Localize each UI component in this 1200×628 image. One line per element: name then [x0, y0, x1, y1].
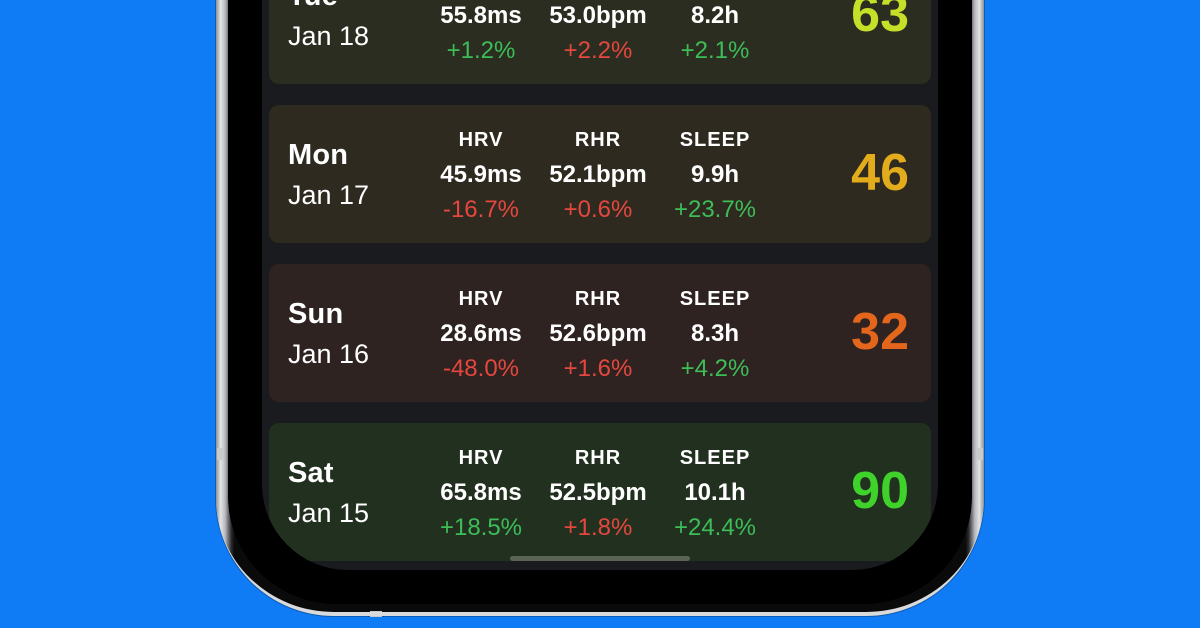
rhr-value: 52.6bpm — [549, 320, 647, 347]
day-name: Sat — [288, 457, 334, 489]
day-card[interactable]: Sun Jan 16 HRV 28.6ms -48.0% RHR 52.6bpm… — [269, 264, 931, 402]
sleep-metric: SLEEP 8.2h +2.1% — [655, 0, 775, 65]
sleep-delta: +23.7% — [673, 196, 757, 223]
sleep-value: 8.3h — [690, 320, 740, 347]
phone-frame: Tue Jan 18 HRV 55.8ms +1.2% RHR 53.0bpm … — [216, 0, 984, 617]
readiness-score: 90 — [851, 462, 909, 520]
hrv-value: 28.6ms — [440, 320, 522, 347]
rhr-label: RHR — [574, 129, 622, 151]
hrv-label: HRV — [458, 129, 504, 151]
side-button-right — [977, 448, 983, 460]
day-card[interactable]: Sat Jan 15 HRV 65.8ms +18.5% RHR 52.5bpm… — [269, 423, 931, 561]
rhr-label: RHR — [574, 288, 622, 310]
readiness-score: 46 — [851, 144, 909, 202]
day-name: Mon — [288, 139, 349, 171]
hrv-label: HRV — [458, 288, 504, 310]
sleep-value: 9.9h — [690, 161, 740, 188]
rhr-delta: +1.8% — [563, 514, 633, 541]
readiness-score: 63 — [851, 0, 909, 43]
rhr-value: 53.0bpm — [549, 2, 647, 29]
phone-bezel: Tue Jan 18 HRV 55.8ms +1.2% RHR 53.0bpm … — [228, 0, 972, 604]
sleep-value: 10.1h — [684, 479, 746, 506]
hrv-delta: +18.5% — [439, 514, 523, 541]
rhr-delta: +2.2% — [563, 37, 633, 64]
day-name: Tue — [288, 0, 338, 13]
side-button-left — [217, 448, 223, 460]
sleep-metric: SLEEP 9.9h +23.7% — [655, 129, 775, 224]
rhr-metric: RHR 52.6bpm +1.6% — [538, 288, 658, 383]
hrv-metric: HRV 65.8ms +18.5% — [421, 447, 541, 542]
day-date: Jan 17 — [288, 180, 370, 210]
hrv-metric: HRV 28.6ms -48.0% — [421, 288, 541, 383]
home-indicator[interactable] — [510, 556, 690, 561]
sleep-delta: +24.4% — [673, 514, 757, 541]
hrv-metric: HRV 55.8ms +1.2% — [421, 0, 541, 65]
hrv-delta: +1.2% — [446, 37, 516, 64]
day-date: Jan 15 — [288, 498, 370, 528]
rhr-label: RHR — [574, 447, 622, 469]
readiness-score: 32 — [851, 303, 909, 361]
day-card[interactable]: Mon Jan 17 HRV 45.9ms -16.7% RHR 52.1bpm… — [269, 105, 931, 243]
rhr-value: 52.1bpm — [549, 161, 647, 188]
rhr-delta: +0.6% — [563, 196, 633, 223]
sleep-label: SLEEP — [679, 288, 751, 310]
sleep-delta: +2.1% — [680, 37, 750, 64]
sleep-label: SLEEP — [679, 129, 751, 151]
rhr-metric: RHR 52.5bpm +1.8% — [538, 447, 658, 542]
hrv-delta: -48.0% — [442, 355, 520, 382]
hrv-label: HRV — [458, 447, 504, 469]
bottom-button — [370, 611, 382, 617]
hrv-delta: -16.7% — [442, 196, 520, 223]
sleep-value: 8.2h — [690, 2, 740, 29]
rhr-value: 52.5bpm — [549, 479, 647, 506]
sleep-metric: SLEEP 8.3h +4.2% — [655, 288, 775, 383]
sleep-metric: SLEEP 10.1h +24.4% — [655, 447, 775, 542]
hrv-value: 65.8ms — [440, 479, 522, 506]
rhr-metric: RHR 52.1bpm +0.6% — [538, 129, 658, 224]
day-date: Jan 18 — [288, 21, 370, 51]
rhr-delta: +1.6% — [563, 355, 633, 382]
day-card[interactable]: Tue Jan 18 HRV 55.8ms +1.2% RHR 53.0bpm … — [269, 0, 931, 84]
sleep-label: SLEEP — [679, 447, 751, 469]
rhr-metric: RHR 53.0bpm +2.2% — [538, 0, 658, 65]
hrv-metric: HRV 45.9ms -16.7% — [421, 129, 541, 224]
day-name: Sun — [288, 298, 344, 330]
day-date: Jan 16 — [288, 339, 370, 369]
hrv-value: 45.9ms — [440, 161, 522, 188]
phone-screen: Tue Jan 18 HRV 55.8ms +1.2% RHR 53.0bpm … — [262, 0, 938, 570]
hrv-value: 55.8ms — [440, 2, 522, 29]
sleep-delta: +4.2% — [680, 355, 750, 382]
